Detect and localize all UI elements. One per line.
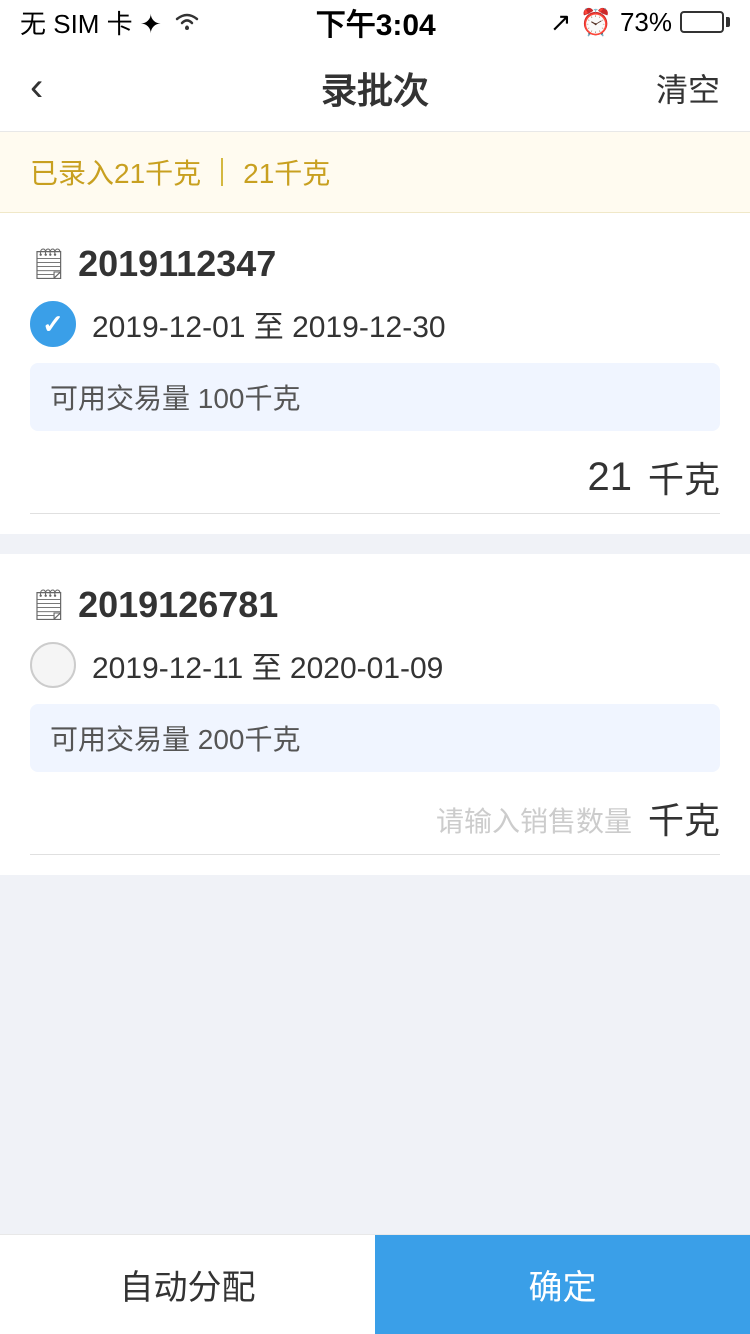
batch-quantity-input-1[interactable] [432, 455, 632, 500]
batch-radio-2[interactable] [30, 642, 76, 688]
batch-availability-1: 可用交易量 100千克 [30, 363, 720, 431]
batch-quantity-input-2[interactable] [432, 796, 632, 841]
summary-divider [221, 158, 223, 186]
batch-availability-2: 可用交易量 200千克 [30, 704, 720, 772]
confirm-button[interactable]: 确定 [375, 1235, 750, 1334]
status-time: 下午3:04 [316, 0, 436, 44]
clear-button[interactable]: 清空 [640, 65, 720, 111]
nav-bar: ‹ 录批次 清空 [0, 44, 750, 132]
check-icon-1: ✓ [42, 309, 64, 340]
bottom-buttons: 自动分配 确定 [0, 1234, 750, 1334]
location-icon: ↗ [550, 7, 572, 38]
batch-date-row-2: 2019-12-11 至 2020-01-09 [30, 642, 720, 688]
batch-card-2: 🗒 2019126781 2019-12-11 至 2020-01-09 可用交… [0, 554, 750, 875]
status-bar: 无 SIM 卡 ✦ 下午3:04 ↗ ⏰ 73% [0, 0, 750, 44]
summary-banner: 已录入21千克 21千克 [0, 132, 750, 213]
status-left: 无 SIM 卡 ✦ [20, 4, 202, 41]
wifi-icon [172, 7, 202, 38]
bottom-area [0, 875, 750, 1215]
batch-date-row-1: ✓ 2019-12-01 至 2019-12-30 [30, 301, 720, 347]
batch-id-2: 2019126781 [78, 584, 278, 626]
batch-input-row-2: 千克 [30, 792, 720, 855]
battery-icon [680, 11, 730, 33]
batch-date-2: 2019-12-11 至 2020-01-09 [92, 643, 443, 687]
card-separator-1 [0, 534, 750, 554]
summary-total: 21千克 [243, 152, 330, 192]
batch-card-1: 🗒 2019112347 ✓ 2019-12-01 至 2019-12-30 可… [0, 213, 750, 534]
no-sim-text: 无 SIM 卡 ✦ [20, 4, 162, 41]
batch-header-1: 🗒 2019112347 [30, 243, 720, 285]
page-title: 录批次 [321, 62, 429, 114]
batch-unit-1: 千克 [648, 451, 720, 503]
battery-percent: 73% [620, 7, 672, 38]
back-button[interactable]: ‹ [30, 65, 110, 110]
batch-doc-icon-1: 🗒 [30, 247, 68, 282]
batch-header-2: 🗒 2019126781 [30, 584, 720, 626]
batch-id-1: 2019112347 [78, 243, 276, 285]
content-area: 🗒 2019112347 ✓ 2019-12-01 至 2019-12-30 可… [0, 213, 750, 1215]
status-right: ↗ ⏰ 73% [550, 7, 730, 38]
alarm-icon: ⏰ [580, 7, 612, 38]
batch-input-row-1: 千克 [30, 451, 720, 514]
batch-doc-icon-2: 🗒 [30, 588, 68, 623]
batch-date-1: 2019-12-01 至 2019-12-30 [92, 302, 446, 346]
batch-unit-2: 千克 [648, 792, 720, 844]
batch-radio-1[interactable]: ✓ [30, 301, 76, 347]
auto-distribute-button[interactable]: 自动分配 [0, 1235, 375, 1334]
summary-recorded: 已录入21千克 [30, 152, 201, 192]
